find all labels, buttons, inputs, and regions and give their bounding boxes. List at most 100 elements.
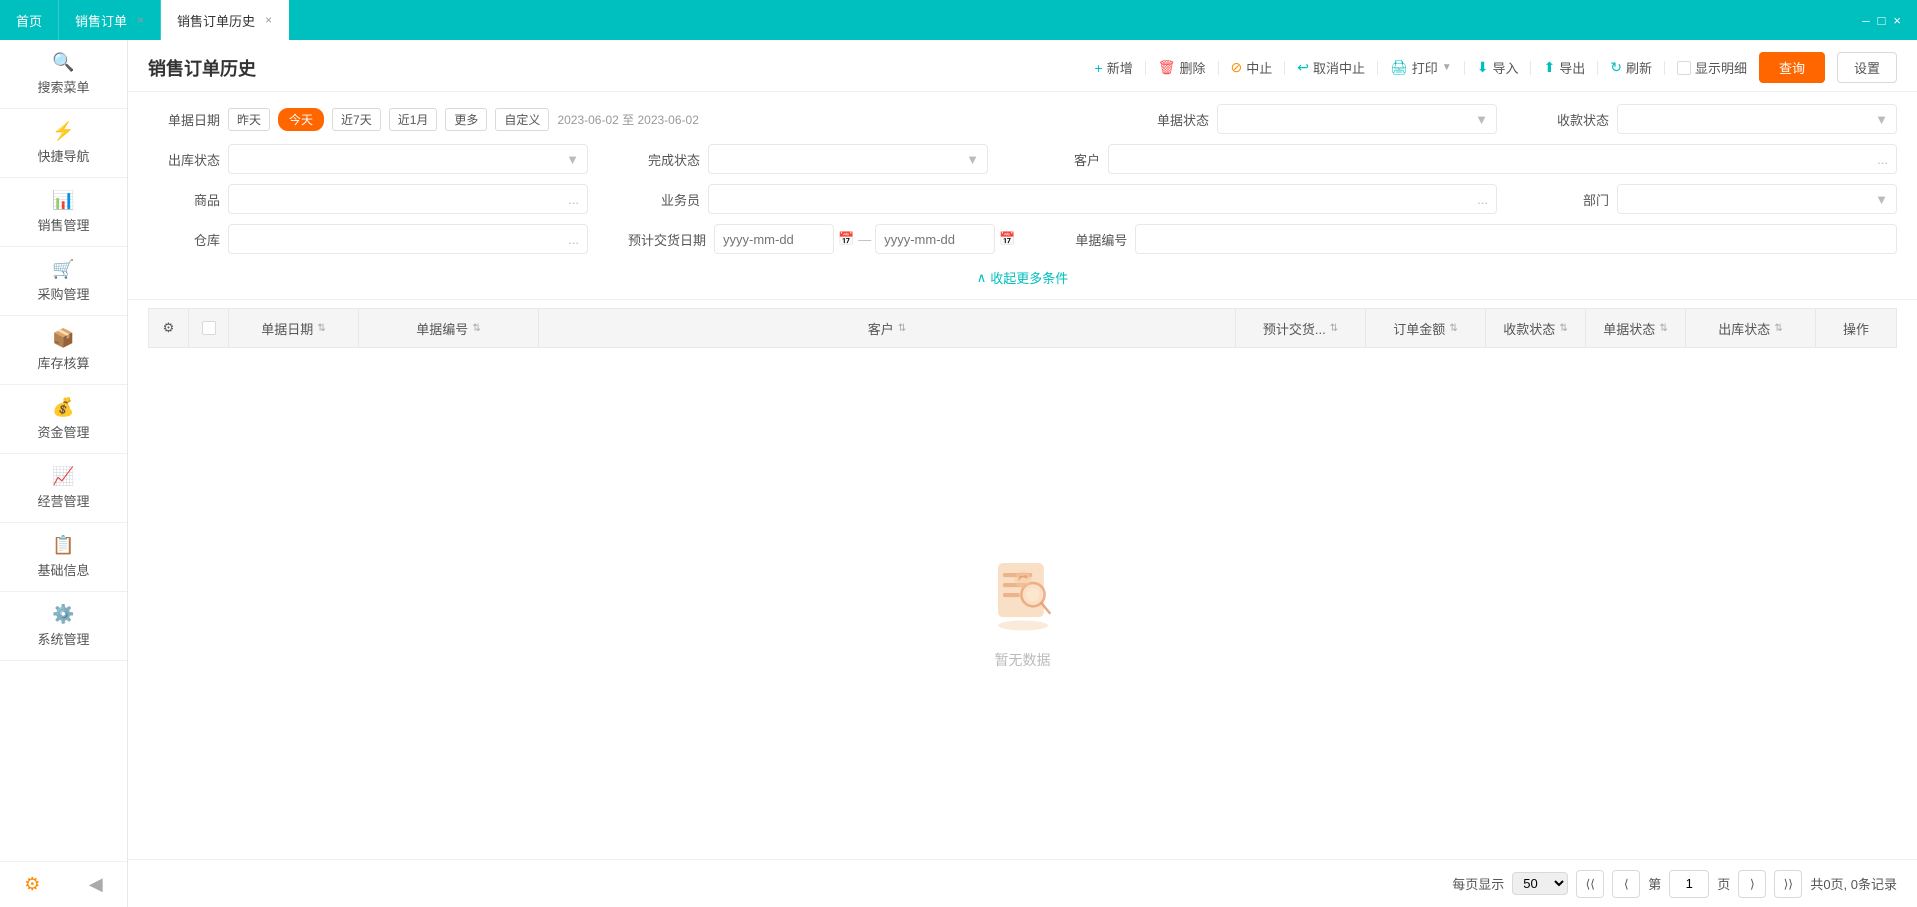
content-area: 销售订单历史 + 新增 🗑 删除 ⊘ 中止 ↩ <box>128 40 1917 907</box>
th-gear[interactable]: ⚙ <box>149 309 189 347</box>
out-status-label: 出库状态 <box>148 150 228 169</box>
last-page-button[interactable]: ⟩⟩ <box>1774 870 1802 898</box>
date-quick-more[interactable]: 更多 <box>445 108 487 131</box>
divider-3 <box>1284 61 1285 75</box>
delivery-date-to[interactable] <box>875 224 995 254</box>
customer-ellipsis[interactable]: ... <box>1877 152 1888 167</box>
sidebar-collapse-icon[interactable]: ◀ <box>89 874 103 895</box>
top-bar-window-actions: – □ × <box>1846 0 1917 40</box>
page-number-input[interactable] <box>1669 870 1709 898</box>
inventory-icon: 📦 <box>52 328 74 349</box>
date-quick-7days[interactable]: 近7天 <box>332 108 381 131</box>
delete-button[interactable]: 🗑 删除 <box>1158 58 1206 77</box>
sidebar-item-basic-info-label: 基础信息 <box>37 560 89 579</box>
import-label: 导入 <box>1492 58 1518 77</box>
th-amount-label: 订单金额 <box>1393 319 1445 338</box>
date-quick-custom[interactable]: 自定义 <box>495 108 549 131</box>
sidebar-item-basic-info[interactable]: 📋 基础信息 <box>0 523 127 592</box>
display-detail-checkbox[interactable] <box>1677 61 1691 75</box>
sidebar-item-quicknav[interactable]: ⚡ 快捷导航 <box>0 109 127 178</box>
th-date-label: 单据日期 <box>261 319 313 338</box>
salesman-input[interactable]: ... <box>708 184 1497 214</box>
page-size-select[interactable]: 50 20 100 <box>1512 872 1568 895</box>
dept-select[interactable]: ▼ <box>1617 184 1897 214</box>
prev-page-button[interactable]: ⟨ <box>1612 870 1640 898</box>
salesman-ellipsis[interactable]: ... <box>1477 192 1488 207</box>
tab-home[interactable]: 首页 <box>0 0 59 40</box>
cal-icon-to[interactable]: 📅 <box>999 231 1015 247</box>
goods-label: 商品 <box>148 190 228 209</box>
sidebar-item-sales[interactable]: 📊 销售管理 <box>0 178 127 247</box>
th-docno[interactable]: 单据编号 ⇅ <box>359 309 539 347</box>
th-customer[interactable]: 客户 ⇅ <box>539 309 1236 347</box>
next-page-button[interactable]: ⟩ <box>1738 870 1766 898</box>
display-detail-check[interactable]: 显示明细 <box>1677 58 1747 77</box>
tab-sales-order-close[interactable]: × <box>137 13 144 27</box>
th-date[interactable]: 单据日期 ⇅ <box>229 309 359 347</box>
empty-text: 暂无数据 <box>995 650 1051 670</box>
export-label: 导出 <box>1559 58 1585 77</box>
date-range-text: 2023-06-02 至 2023-06-02 <box>557 111 698 128</box>
window-minimize[interactable]: – <box>1862 13 1869 28</box>
sidebar-item-finance[interactable]: 💰 资金管理 <box>0 385 127 454</box>
sidebar-item-operation[interactable]: 📈 经营管理 <box>0 454 127 523</box>
doc-status-select[interactable]: ▼ <box>1217 104 1497 134</box>
cal-icon-from[interactable]: 📅 <box>838 231 854 247</box>
date-quick-yesterday[interactable]: 昨天 <box>228 108 270 131</box>
window-maximize[interactable]: □ <box>1878 13 1886 28</box>
goods-input[interactable]: ... <box>228 184 588 214</box>
sort-doc-status-icon: ⇅ <box>1659 323 1667 334</box>
warehouse-ellipsis[interactable]: ... <box>568 232 579 247</box>
tab-sales-order-history-close[interactable]: × <box>265 13 272 27</box>
complete-status-select[interactable]: ▼ <box>708 144 988 174</box>
warehouse-input[interactable]: ... <box>228 224 588 254</box>
th-check[interactable] <box>189 309 229 347</box>
delivery-date-from[interactable] <box>714 224 834 254</box>
th-doc-status[interactable]: 单据状态 ⇅ <box>1586 309 1686 347</box>
first-page-button[interactable]: ⟨⟨ <box>1576 870 1604 898</box>
cancel-stop-icon: ↩ <box>1297 59 1309 76</box>
window-close[interactable]: × <box>1893 13 1901 28</box>
customer-input[interactable]: ... <box>1108 144 1897 174</box>
th-pay-status[interactable]: 收款状态 ⇅ <box>1486 309 1586 347</box>
stop-button[interactable]: ⊘ 中止 <box>1231 58 1273 77</box>
tab-sales-order[interactable]: 销售订单 × <box>59 0 161 40</box>
sales-icon: 📊 <box>52 190 74 211</box>
doc-no-input[interactable] <box>1135 224 1897 254</box>
collapse-filter-row[interactable]: ∧ 收起更多条件 <box>148 264 1897 287</box>
stop-icon: ⊘ <box>1231 59 1243 76</box>
out-status-select[interactable]: ▼ <box>228 144 588 174</box>
export-icon: ⬆ <box>1543 59 1555 76</box>
check-all-checkbox[interactable] <box>202 321 216 335</box>
date-quick-1month[interactable]: 近1月 <box>389 108 438 131</box>
delete-label: 删除 <box>1179 58 1205 77</box>
goods-ellipsis[interactable]: ... <box>568 192 579 207</box>
table-header: ⚙ 单据日期 ⇅ 单据编号 ⇅ 客户 ⇅ 预计交货... <box>148 308 1897 348</box>
cancel-stop-button[interactable]: ↩ 取消中止 <box>1297 58 1365 77</box>
filter-row-warehouse: 仓库 ... 预计交货日期 📅 — 📅 单据编号 <box>148 224 1897 254</box>
settings-button[interactable]: 设置 <box>1837 52 1897 83</box>
tab-sales-order-history[interactable]: 销售订单历史 × <box>161 0 289 40</box>
print-button[interactable]: 🖨 打印 ▼ <box>1390 58 1452 77</box>
import-button[interactable]: ⬇ 导入 <box>1477 58 1519 77</box>
divider-8 <box>1664 61 1665 75</box>
th-delivery-label: 预计交货... <box>1263 319 1326 338</box>
sidebar-item-purchase[interactable]: 🛒 采购管理 <box>0 247 127 316</box>
sidebar-settings-icon[interactable]: ⚙ <box>24 874 40 895</box>
table-area: ⚙ 单据日期 ⇅ 单据编号 ⇅ 客户 ⇅ 预计交货... <box>128 300 1917 859</box>
query-button[interactable]: 查询 <box>1759 52 1825 83</box>
sidebar-item-system[interactable]: ⚙️ 系统管理 <box>0 592 127 661</box>
refresh-button[interactable]: ↻ 刷新 <box>1610 58 1652 77</box>
export-button[interactable]: ⬆ 导出 <box>1543 58 1585 77</box>
pay-status-select[interactable]: ▼ <box>1617 104 1897 134</box>
th-delivery[interactable]: 预计交货... ⇅ <box>1236 309 1366 347</box>
sidebar-item-search[interactable]: 🔍 搜索菜单 <box>0 40 127 109</box>
th-out-status[interactable]: 出库状态 ⇅ <box>1686 309 1816 347</box>
sidebar-item-inventory[interactable]: 📦 库存核算 <box>0 316 127 385</box>
print-dropdown-icon: ▼ <box>1442 62 1452 73</box>
date-quick-today[interactable]: 今天 <box>278 108 324 131</box>
purchase-icon: 🛒 <box>52 259 74 280</box>
new-button[interactable]: + 新增 <box>1095 58 1133 77</box>
th-amount[interactable]: 订单金额 ⇅ <box>1366 309 1486 347</box>
gear-icon: ⚙ <box>163 320 175 336</box>
